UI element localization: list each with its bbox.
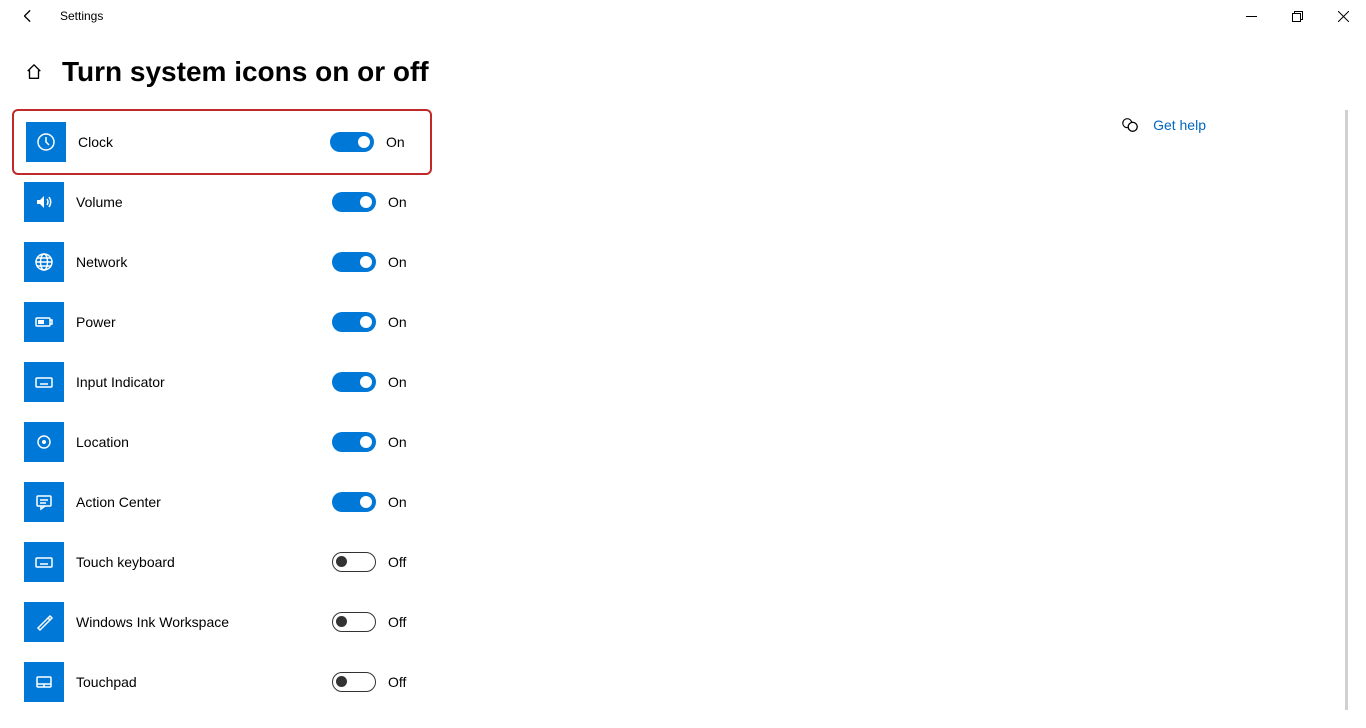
toggle-switch[interactable] [332,192,376,212]
toggle-wrap: Off [332,672,432,692]
system-icon-label: Network [76,254,332,270]
system-icon-row: Touchpad Off [12,652,432,712]
help-sidebar: Get help [1121,116,1206,134]
toggle-state-label: On [388,254,407,270]
system-icon-list: ClockOnVolumeOnNetworkOnPowerOnInput Ind… [12,112,432,712]
toggle-switch[interactable] [332,372,376,392]
system-icon-label: Action Center [76,494,332,510]
toggle-switch[interactable] [332,552,376,572]
toggle-state-label: On [386,134,405,150]
toggle-wrap: On [332,312,432,332]
system-icon-row: Touch keyboard Off [12,532,432,592]
toggle-state-label: On [388,314,407,330]
toggle-wrap: On [332,192,432,212]
scrollbar[interactable] [1345,110,1348,710]
toggle-wrap: On [332,252,432,272]
titlebar-title: Settings [60,9,103,23]
power-icon [24,302,64,342]
network-icon [24,242,64,282]
toggle-switch[interactable] [332,252,376,272]
toggle-wrap: On [332,432,432,452]
toggle-wrap: On [332,492,432,512]
system-icon-row: Location On [12,412,432,472]
system-icon-row: Input Indicator On [12,352,432,412]
clock-icon [26,122,66,162]
home-icon [25,63,43,81]
toggle-switch[interactable] [330,132,374,152]
back-button[interactable] [16,4,40,28]
system-icon-row: Network On [12,232,432,292]
action-center-icon [24,482,64,522]
maximize-icon [1292,11,1303,22]
toggle-wrap: Off [332,612,432,632]
system-icon-label: Location [76,434,332,450]
system-icon-label: Touchpad [76,674,332,690]
home-button[interactable] [24,62,44,82]
toggle-switch[interactable] [332,432,376,452]
system-icon-label: Touch keyboard [76,554,332,570]
minimize-icon [1246,11,1257,22]
get-help-link[interactable]: Get help [1153,117,1206,133]
back-arrow-icon [21,9,35,23]
close-button[interactable] [1320,0,1366,32]
toggle-switch[interactable] [332,612,376,632]
system-icon-label: Windows Ink Workspace [76,614,332,630]
system-icon-label: Clock [78,134,330,150]
system-icon-row: Power On [12,292,432,352]
toggle-state-label: On [388,374,407,390]
toggle-switch[interactable] [332,492,376,512]
toggle-wrap: Off [332,552,432,572]
system-icon-label: Power [76,314,332,330]
close-icon [1338,11,1349,22]
keyboard-icon [24,362,64,402]
toggle-state-label: Off [388,674,406,690]
toggle-wrap: On [330,132,430,152]
page-title: Turn system icons on or off [62,56,429,88]
main-area: ClockOnVolumeOnNetworkOnPowerOnInput Ind… [0,112,1366,712]
minimize-button[interactable] [1228,0,1274,32]
help-icon [1121,116,1139,134]
system-icon-row: Windows Ink Workspace Off [12,592,432,652]
ink-icon [24,602,64,642]
volume-icon [24,182,64,222]
location-icon [24,422,64,462]
toggle-switch[interactable] [332,672,376,692]
system-icon-row: Volume On [12,172,432,232]
system-icon-label: Volume [76,194,332,210]
system-icon-label: Input Indicator [76,374,332,390]
toggle-state-label: Off [388,554,406,570]
keyboard-icon [24,542,64,582]
system-icon-row: Action Center On [12,472,432,532]
toggle-state-label: On [388,494,407,510]
toggle-state-label: Off [388,614,406,630]
toggle-switch[interactable] [332,312,376,332]
touchpad-icon [24,662,64,702]
page-header: Turn system icons on or off [24,56,1366,88]
toggle-wrap: On [332,372,432,392]
window-controls [1228,0,1366,32]
toggle-state-label: On [388,194,407,210]
toggle-state-label: On [388,434,407,450]
maximize-button[interactable] [1274,0,1320,32]
titlebar: Settings [0,0,1366,32]
system-icon-row: Clock On [12,109,432,175]
